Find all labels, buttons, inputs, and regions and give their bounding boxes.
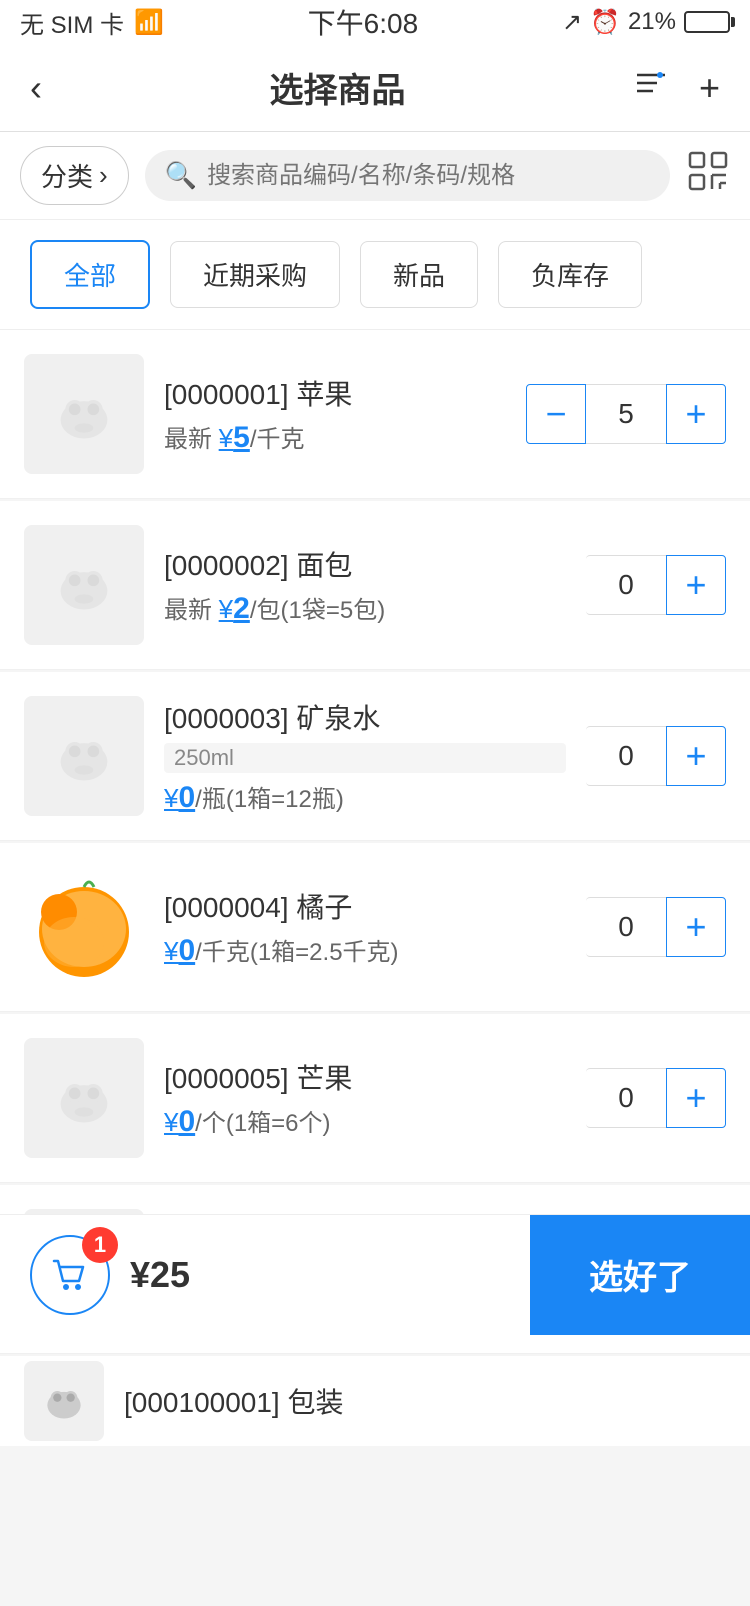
cart-icon: [48, 1253, 92, 1297]
product-image: [24, 1361, 104, 1441]
qty-plus-button[interactable]: +: [666, 1068, 726, 1128]
status-right: ↗ ⏰ 21%: [562, 8, 730, 37]
cart-icon-button[interactable]: 1: [30, 1235, 110, 1315]
nav-right: +: [633, 65, 720, 110]
qty-minus-button[interactable]: −: [526, 384, 586, 444]
nav-left: ‹: [30, 67, 42, 109]
qty-input[interactable]: [586, 1068, 666, 1128]
search-input[interactable]: [207, 162, 650, 190]
tab-recent[interactable]: 近期采购: [170, 241, 340, 308]
product-price: ¥0/千克(1箱=2.5千克): [164, 932, 566, 968]
qty-plus-button[interactable]: +: [666, 897, 726, 957]
battery-icon: [684, 11, 730, 33]
qty-input[interactable]: [586, 897, 666, 957]
search-input-wrap[interactable]: 🔍: [145, 150, 670, 201]
product-info: [000100001] 包装: [124, 1381, 726, 1421]
add-button[interactable]: +: [699, 67, 720, 109]
cart-total: ¥25: [130, 1254, 190, 1296]
search-icon: 🔍: [165, 160, 197, 191]
page-title: 选择商品: [269, 63, 405, 112]
tab-new[interactable]: 新品: [360, 241, 478, 308]
product-name: [0000002] 面包: [164, 544, 566, 584]
list-item: [0000004] 橘子 ¥0/千克(1箱=2.5千克) +: [0, 843, 750, 1012]
qty-plus-button[interactable]: +: [666, 555, 726, 615]
search-bar: 分类 › 🔍: [0, 132, 750, 220]
orange-image: [24, 867, 144, 987]
product-info: [0000004] 橘子 ¥0/千克(1箱=2.5千克): [164, 886, 566, 968]
product-image: [24, 525, 144, 645]
filter-tabs: 全部 近期采购 新品 负库存: [0, 220, 750, 330]
product-price: 最新 ¥2/包(1袋=5包): [164, 590, 566, 626]
product-info: [0000001] 苹果 最新 ¥5/千克: [164, 373, 506, 455]
product-name: [000100001] 包装: [124, 1381, 726, 1421]
product-info: [0000002] 面包 最新 ¥2/包(1袋=5包): [164, 544, 566, 626]
tab-negative-stock[interactable]: 负库存: [498, 241, 642, 308]
product-price: ¥0/个(1箱=6个): [164, 1103, 566, 1139]
product-name: [0000003] 矿泉水: [164, 697, 566, 737]
product-price: 最新 ¥5/千克: [164, 419, 506, 455]
list-item: [0000002] 面包 最新 ¥2/包(1袋=5包) +: [0, 501, 750, 670]
product-image: [24, 867, 144, 987]
nav-bar: ‹ 选择商品 +: [0, 44, 750, 132]
scan-icon[interactable]: [686, 149, 730, 203]
chevron-right-icon: ›: [99, 160, 108, 191]
list-item: [0000003] 矿泉水 250ml ¥0/瓶(1箱=12瓶) +: [0, 672, 750, 841]
product-name: [0000005] 芒果: [164, 1057, 566, 1097]
product-info: [0000005] 芒果 ¥0/个(1箱=6个): [164, 1057, 566, 1139]
tab-all[interactable]: 全部: [30, 240, 150, 309]
cart-badge: 1: [82, 1227, 118, 1263]
confirm-button[interactable]: 选好了: [530, 1215, 750, 1335]
battery-text: 21%: [628, 8, 676, 36]
category-label: 分类: [41, 157, 93, 194]
qty-plus-button[interactable]: +: [666, 726, 726, 786]
product-info: [0000003] 矿泉水 250ml ¥0/瓶(1箱=12瓶): [164, 697, 566, 815]
qty-control: +: [586, 1068, 726, 1128]
list-item: [0000005] 芒果 ¥0/个(1箱=6个) +: [0, 1014, 750, 1183]
product-name: [0000004] 橘子: [164, 886, 566, 926]
qty-plus-button[interactable]: +: [666, 384, 726, 444]
bottom-bar: 1 ¥25 选好了: [0, 1214, 750, 1334]
gps-icon: ↗: [562, 8, 582, 37]
qty-control: +: [586, 726, 726, 786]
qty-input[interactable]: [586, 726, 666, 786]
list-item: [0000001] 苹果 最新 ¥5/千克 − +: [0, 330, 750, 499]
filter-icon[interactable]: [633, 65, 669, 110]
qty-input[interactable]: [586, 384, 666, 444]
status-time: 下午6:08: [308, 2, 419, 42]
list-item: [000100001] 包装: [0, 1356, 750, 1446]
qty-input[interactable]: [586, 555, 666, 615]
status-left: 无 SIM 卡 📶: [20, 5, 164, 40]
qty-control: +: [586, 897, 726, 957]
back-button[interactable]: ‹: [30, 67, 42, 109]
product-price: ¥0/瓶(1箱=12瓶): [164, 779, 566, 815]
product-list: [0000001] 苹果 最新 ¥5/千克 − +: [0, 330, 750, 1606]
wifi-icon: 📶: [134, 8, 164, 37]
category-button[interactable]: 分类 ›: [20, 146, 129, 205]
product-name: [0000001] 苹果: [164, 373, 506, 413]
cart-section: 1 ¥25: [0, 1235, 530, 1315]
qty-control: − +: [526, 384, 726, 444]
status-bar: 无 SIM 卡 📶 下午6:08 ↗ ⏰ 21%: [0, 0, 750, 44]
qty-control: +: [586, 555, 726, 615]
alarm-icon: ⏰: [590, 8, 620, 37]
carrier-text: 无 SIM 卡: [20, 5, 124, 40]
product-image: [24, 354, 144, 474]
product-spec: 250ml: [164, 743, 566, 773]
product-image: [24, 696, 144, 816]
product-image: [24, 1038, 144, 1158]
